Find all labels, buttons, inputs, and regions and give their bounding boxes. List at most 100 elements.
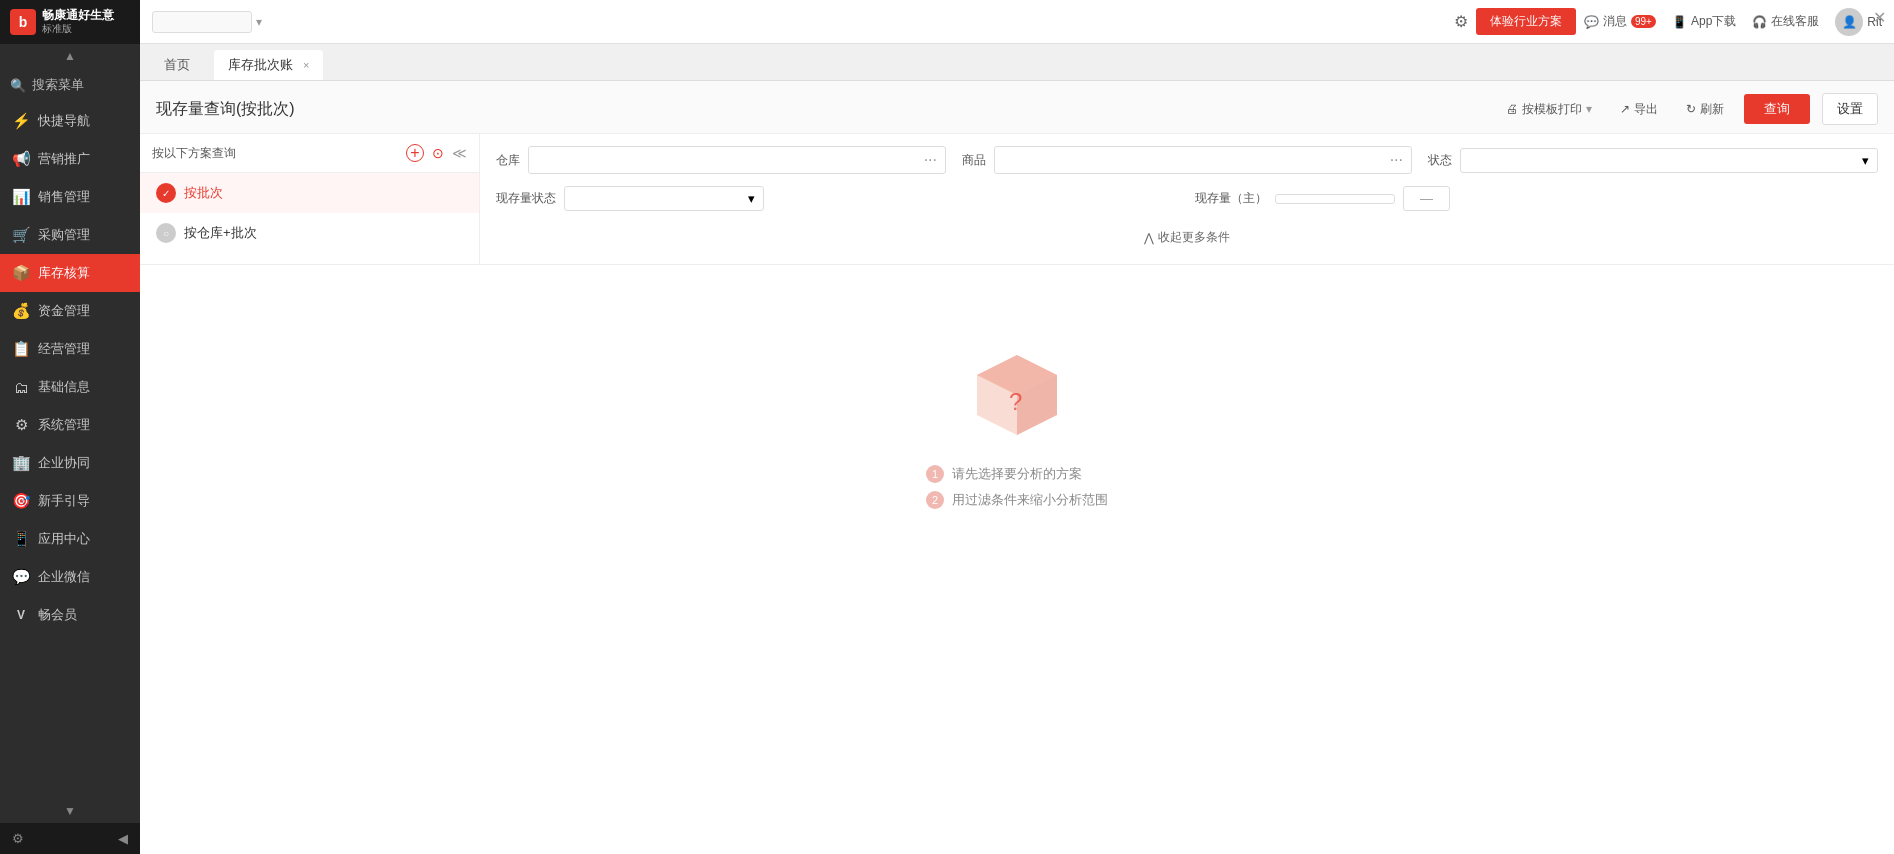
collapse-filters-button[interactable]: ⋀ 收起更多条件 bbox=[496, 223, 1878, 252]
sidebar-scroll-down[interactable]: ▼ bbox=[0, 799, 140, 823]
sidebar-item-enterprise[interactable]: 🏢 企业协同 bbox=[0, 444, 140, 482]
operations-icon: 📋 bbox=[12, 340, 30, 358]
headset-icon: 🎧 bbox=[1752, 15, 1767, 29]
query-button[interactable]: 查询 bbox=[1744, 94, 1810, 124]
sidebar-item-label: 经营管理 bbox=[38, 340, 90, 358]
tip-1-number: 1 bbox=[926, 465, 944, 483]
tip-1-text: 请先选择要分析的方案 bbox=[952, 465, 1082, 483]
export-icon: ↗ bbox=[1620, 102, 1630, 116]
filter-row-1: 仓库 ··· 商品 ··· 状态 bbox=[496, 146, 1878, 174]
collapse-left-icon[interactable]: ≪ bbox=[452, 145, 467, 161]
sidebar-search-menu[interactable]: 🔍 搜索菜单 bbox=[0, 68, 140, 102]
sidebar-item-label: 企业微信 bbox=[38, 568, 90, 586]
add-scheme-icon[interactable]: + bbox=[406, 144, 424, 162]
sidebar-item-newcomer[interactable]: 🎯 新手引导 bbox=[0, 482, 140, 520]
settings-button[interactable]: 设置 bbox=[1822, 93, 1878, 125]
enterprise-icon: 🏢 bbox=[12, 454, 30, 472]
sidebar-item-basics[interactable]: 🗂 基础信息 bbox=[0, 368, 140, 406]
quick-nav-icon: ⚡ bbox=[12, 112, 30, 130]
sidebar-scroll-up[interactable]: ▲ bbox=[0, 44, 140, 68]
sidebar-footer: ⚙ ◀ bbox=[0, 823, 140, 854]
sidebar-item-operations[interactable]: 📋 经营管理 bbox=[0, 330, 140, 368]
basics-icon: 🗂 bbox=[12, 378, 30, 396]
empty-illustration: ? bbox=[957, 345, 1077, 445]
collapse-sidebar-icon[interactable]: ◀ bbox=[118, 831, 128, 846]
warehouse-dots-icon[interactable]: ··· bbox=[924, 151, 937, 169]
warehouse-input[interactable]: ··· bbox=[528, 146, 946, 174]
sidebar-item-sales[interactable]: 📊 销售管理 bbox=[0, 178, 140, 216]
topbar-center: ⚙ 体验行业方案 bbox=[1454, 8, 1576, 35]
stock-quantity-label: 现存量（主） bbox=[1195, 190, 1267, 207]
inventory-icon: 📦 bbox=[12, 264, 30, 282]
filter-right-panel: 仓库 ··· 商品 ··· 状态 bbox=[480, 134, 1894, 264]
sidebar-item-member[interactable]: V 畅会员 bbox=[0, 596, 140, 634]
status-select[interactable]: ▾ bbox=[1460, 148, 1878, 173]
tab-inventory-batch[interactable]: 库存批次账 × bbox=[214, 50, 323, 80]
refresh-label: 刷新 bbox=[1700, 101, 1724, 118]
app-download-icon: 📱 bbox=[1672, 15, 1687, 29]
purchase-icon: 🛒 bbox=[12, 226, 30, 244]
stock-quantity-field: 现存量（主） — bbox=[1195, 186, 1878, 211]
sidebar-item-purchase[interactable]: 🛒 采购管理 bbox=[0, 216, 140, 254]
app-title: 畅康通好生意 bbox=[42, 8, 114, 22]
product-dots-icon[interactable]: ··· bbox=[1390, 151, 1403, 169]
app-download-item[interactable]: 📱 App下载 bbox=[1672, 13, 1736, 30]
finance-icon: 💰 bbox=[12, 302, 30, 320]
sidebar-item-app-center[interactable]: 📱 应用中心 bbox=[0, 520, 140, 558]
message-icon: 💬 bbox=[1584, 15, 1599, 29]
product-field: 商品 ··· bbox=[962, 146, 1412, 174]
scheme-settings-icon[interactable]: ⊙ bbox=[432, 145, 444, 161]
online-service-item[interactable]: 🎧 在线客服 bbox=[1752, 13, 1819, 30]
settings-icon[interactable]: ⚙ bbox=[12, 831, 24, 846]
messages-item[interactable]: 💬 消息 99+ bbox=[1584, 13, 1656, 30]
print-button[interactable]: 🖨 按模板打印 ▾ bbox=[1498, 97, 1600, 122]
tip-2-number: 2 bbox=[926, 491, 944, 509]
search-menu-label: 搜索菜单 bbox=[32, 76, 84, 94]
print-label: 按模板打印 bbox=[1522, 101, 1582, 118]
sidebar-header: b 畅康通好生意 标准版 bbox=[0, 0, 140, 44]
tab-label: 库存批次账 bbox=[228, 56, 293, 74]
stock-status-select[interactable]: ▾ bbox=[564, 186, 764, 211]
status-dropdown-icon: ▾ bbox=[1862, 153, 1869, 168]
stock-status-label: 现存量状态 bbox=[496, 190, 556, 207]
stock-quantity-min[interactable] bbox=[1275, 194, 1395, 204]
sidebar-item-marketing[interactable]: 📢 营销推广 bbox=[0, 140, 140, 178]
empty-state: ? 1 请先选择要分析的方案 2 用过滤条件来缩小分析范围 bbox=[140, 265, 1894, 589]
warehouse-label: 仓库 bbox=[496, 152, 520, 169]
app-subtitle: 标准版 bbox=[42, 22, 114, 36]
settings-gear-icon[interactable]: ⚙ bbox=[1454, 12, 1468, 31]
print-dropdown-icon[interactable]: ▾ bbox=[1586, 102, 1592, 116]
scheme-by-batch[interactable]: ✓ 按批次 bbox=[140, 173, 479, 213]
export-button[interactable]: ↗ 导出 bbox=[1612, 97, 1666, 122]
marketing-icon: 📢 bbox=[12, 150, 30, 168]
product-input[interactable]: ··· bbox=[994, 146, 1412, 174]
tab-home[interactable]: 首页 bbox=[148, 50, 206, 80]
sidebar-item-wechat[interactable]: 💬 企业微信 bbox=[0, 558, 140, 596]
refresh-icon: ↻ bbox=[1686, 102, 1696, 116]
sidebar-item-finance[interactable]: 💰 资金管理 bbox=[0, 292, 140, 330]
sidebar-item-label: 系统管理 bbox=[38, 416, 90, 434]
close-panel-icon[interactable]: ✕ bbox=[1873, 8, 1886, 27]
sidebar-item-quick-nav[interactable]: ⚡ 快捷导航 bbox=[0, 102, 140, 140]
sidebar-item-system[interactable]: ⚙ 系统管理 bbox=[0, 406, 140, 444]
sidebar-item-label: 快捷导航 bbox=[38, 112, 90, 130]
trial-industry-button[interactable]: 体验行业方案 bbox=[1476, 8, 1576, 35]
content-actions: 🖨 按模板打印 ▾ ↗ 导出 ↻ 刷新 查询 设置 bbox=[1498, 93, 1878, 125]
warehouse-field: 仓库 ··· bbox=[496, 146, 946, 174]
sidebar-item-label: 应用中心 bbox=[38, 530, 90, 548]
topbar-dropdown-icon[interactable]: ▾ bbox=[256, 15, 262, 29]
filter-row-2: 现存量状态 ▾ 现存量（主） — bbox=[496, 186, 1878, 211]
sidebar-item-label: 资金管理 bbox=[38, 302, 90, 320]
user-avatar-icon: 👤 bbox=[1842, 15, 1857, 29]
refresh-button[interactable]: ↻ 刷新 bbox=[1678, 97, 1732, 122]
sidebar-item-inventory[interactable]: 📦 库存核算 bbox=[0, 254, 140, 292]
sidebar-nav: ⚡ 快捷导航 📢 营销推广 📊 销售管理 🛒 采购管理 📦 库存核算 💰 资金管… bbox=[0, 102, 140, 799]
collapse-filters-label: 收起更多条件 bbox=[1158, 229, 1230, 246]
topbar: ▾ ⚙ 体验行业方案 💬 消息 99+ 📱 App下载 🎧 在线客服 👤 bbox=[140, 0, 1894, 44]
topbar-search-input[interactable] bbox=[152, 11, 252, 33]
tab-close-icon[interactable]: × bbox=[303, 59, 309, 71]
filter-scheme-title: 按以下方案查询 bbox=[152, 145, 236, 162]
main-area: ▾ ⚙ 体验行业方案 💬 消息 99+ 📱 App下载 🎧 在线客服 👤 bbox=[140, 0, 1894, 854]
collapse-up-icon: ⋀ bbox=[1144, 231, 1154, 245]
scheme-by-warehouse-batch[interactable]: ○ 按仓库+批次 bbox=[140, 213, 479, 253]
